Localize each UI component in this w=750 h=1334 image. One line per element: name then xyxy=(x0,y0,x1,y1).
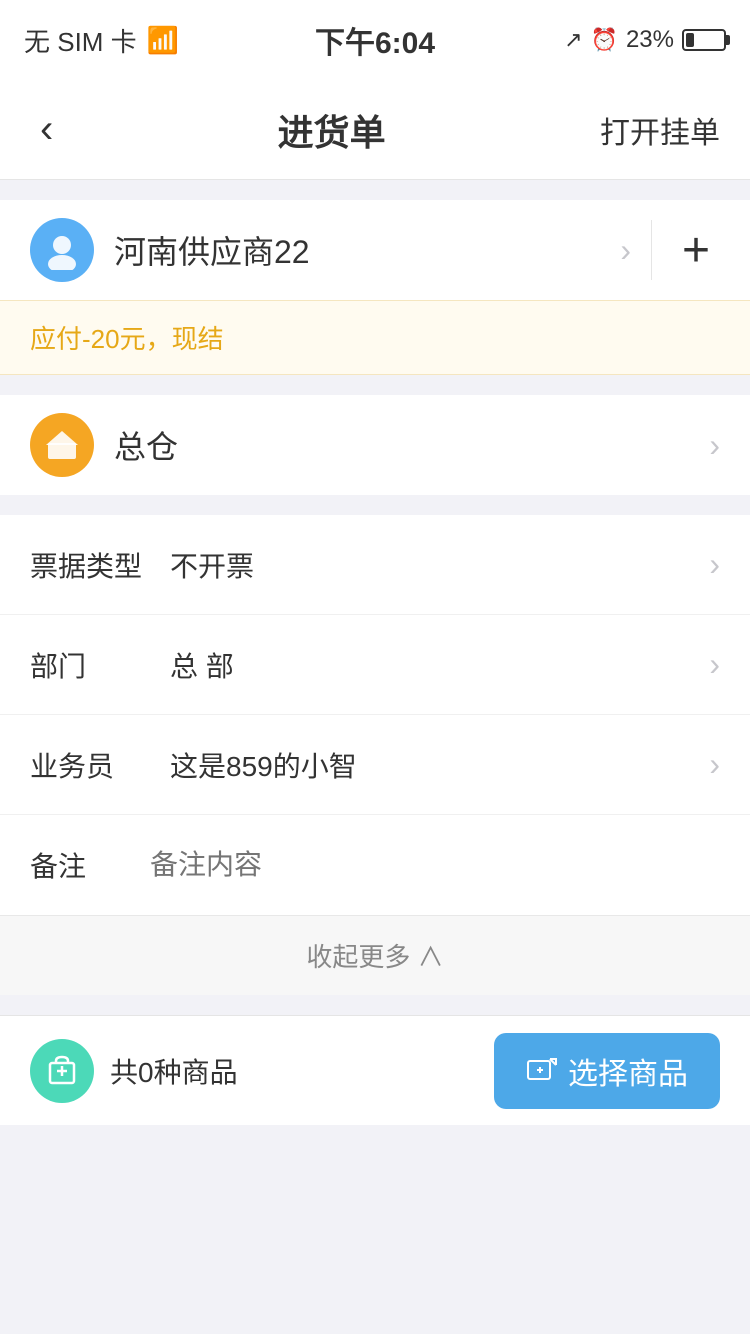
dept-chevron-icon: › xyxy=(709,646,720,683)
staff-chevron-icon: › xyxy=(709,746,720,783)
product-count-icon xyxy=(30,1039,94,1103)
battery-percent: 23% xyxy=(626,26,674,54)
section-gap-2 xyxy=(0,375,750,395)
collapse-label: 收起更多 ∧ xyxy=(306,937,443,974)
product-count-area: 共0种商品 xyxy=(30,1039,238,1103)
add-supplier-button[interactable]: + xyxy=(672,223,720,278)
status-left: 无 SIM 卡 📶 xyxy=(24,22,179,59)
warehouse-chevron-icon: › xyxy=(709,427,720,464)
collapse-more-button[interactable]: 收起更多 ∧ xyxy=(0,915,750,995)
dept-row[interactable]: 部门 总 部 › xyxy=(0,615,750,715)
status-time: 下午6:04 xyxy=(315,18,435,62)
select-goods-button[interactable]: 选择商品 xyxy=(494,1033,720,1109)
bottom-bar: 共0种商品 选择商品 xyxy=(0,1015,750,1125)
divider xyxy=(651,220,652,280)
invoice-chevron-icon: › xyxy=(709,546,720,583)
notice-text: 应付-20元，现结 xyxy=(30,324,224,354)
status-bar: 无 SIM 卡 📶 下午6:04 ↗ ⏰ 23% xyxy=(0,0,750,80)
invoice-value: 不开票 xyxy=(150,545,709,585)
wifi-icon: 📶 xyxy=(147,25,179,56)
staff-value: 这是859的小智 xyxy=(150,745,709,785)
invoice-label: 票据类型 xyxy=(30,545,150,585)
warehouse-icon xyxy=(30,413,94,477)
product-count-text: 共0种商品 xyxy=(110,1051,238,1091)
select-goods-label: 选择商品 xyxy=(568,1049,688,1093)
supplier-chevron-icon: › xyxy=(620,232,631,269)
dept-label: 部门 xyxy=(30,645,150,685)
notice-bar: 应付-20元，现结 xyxy=(0,300,750,375)
carrier-text: 无 SIM 卡 xyxy=(24,22,137,59)
dept-value: 总 部 xyxy=(150,645,709,685)
section-gap-1 xyxy=(0,180,750,200)
supplier-row[interactable]: 河南供应商22 › + xyxy=(0,200,750,300)
supplier-section: 河南供应商22 › + 应付-20元，现结 xyxy=(0,200,750,375)
invoice-row[interactable]: 票据类型 不开票 › xyxy=(0,515,750,615)
alarm-icon: ⏰ xyxy=(591,27,618,53)
back-button[interactable]: ‹ xyxy=(30,97,63,162)
form-section: 票据类型 不开票 › 部门 总 部 › 业务员 这是859的小智 › 备注 xyxy=(0,515,750,915)
supplier-avatar xyxy=(30,218,94,282)
warehouse-row[interactable]: 总仓 › xyxy=(0,395,750,495)
location-icon: ↗ xyxy=(564,27,582,53)
supplier-name: 河南供应商22 xyxy=(114,227,620,273)
page-title: 进货单 xyxy=(278,104,386,156)
warehouse-section: 总仓 › xyxy=(0,395,750,495)
remark-input[interactable] xyxy=(110,849,720,881)
nav-bar: ‹ 进货单 打开挂单 xyxy=(0,80,750,180)
staff-row[interactable]: 业务员 这是859的小智 › xyxy=(0,715,750,815)
battery-icon xyxy=(682,29,726,51)
status-right: ↗ ⏰ 23% xyxy=(564,26,726,54)
staff-label: 业务员 xyxy=(30,745,150,785)
warehouse-name: 总仓 xyxy=(114,422,709,468)
open-pending-button[interactable]: 打开挂单 xyxy=(600,108,720,152)
remark-label: 备注 xyxy=(30,845,110,885)
remark-row[interactable]: 备注 xyxy=(0,815,750,915)
